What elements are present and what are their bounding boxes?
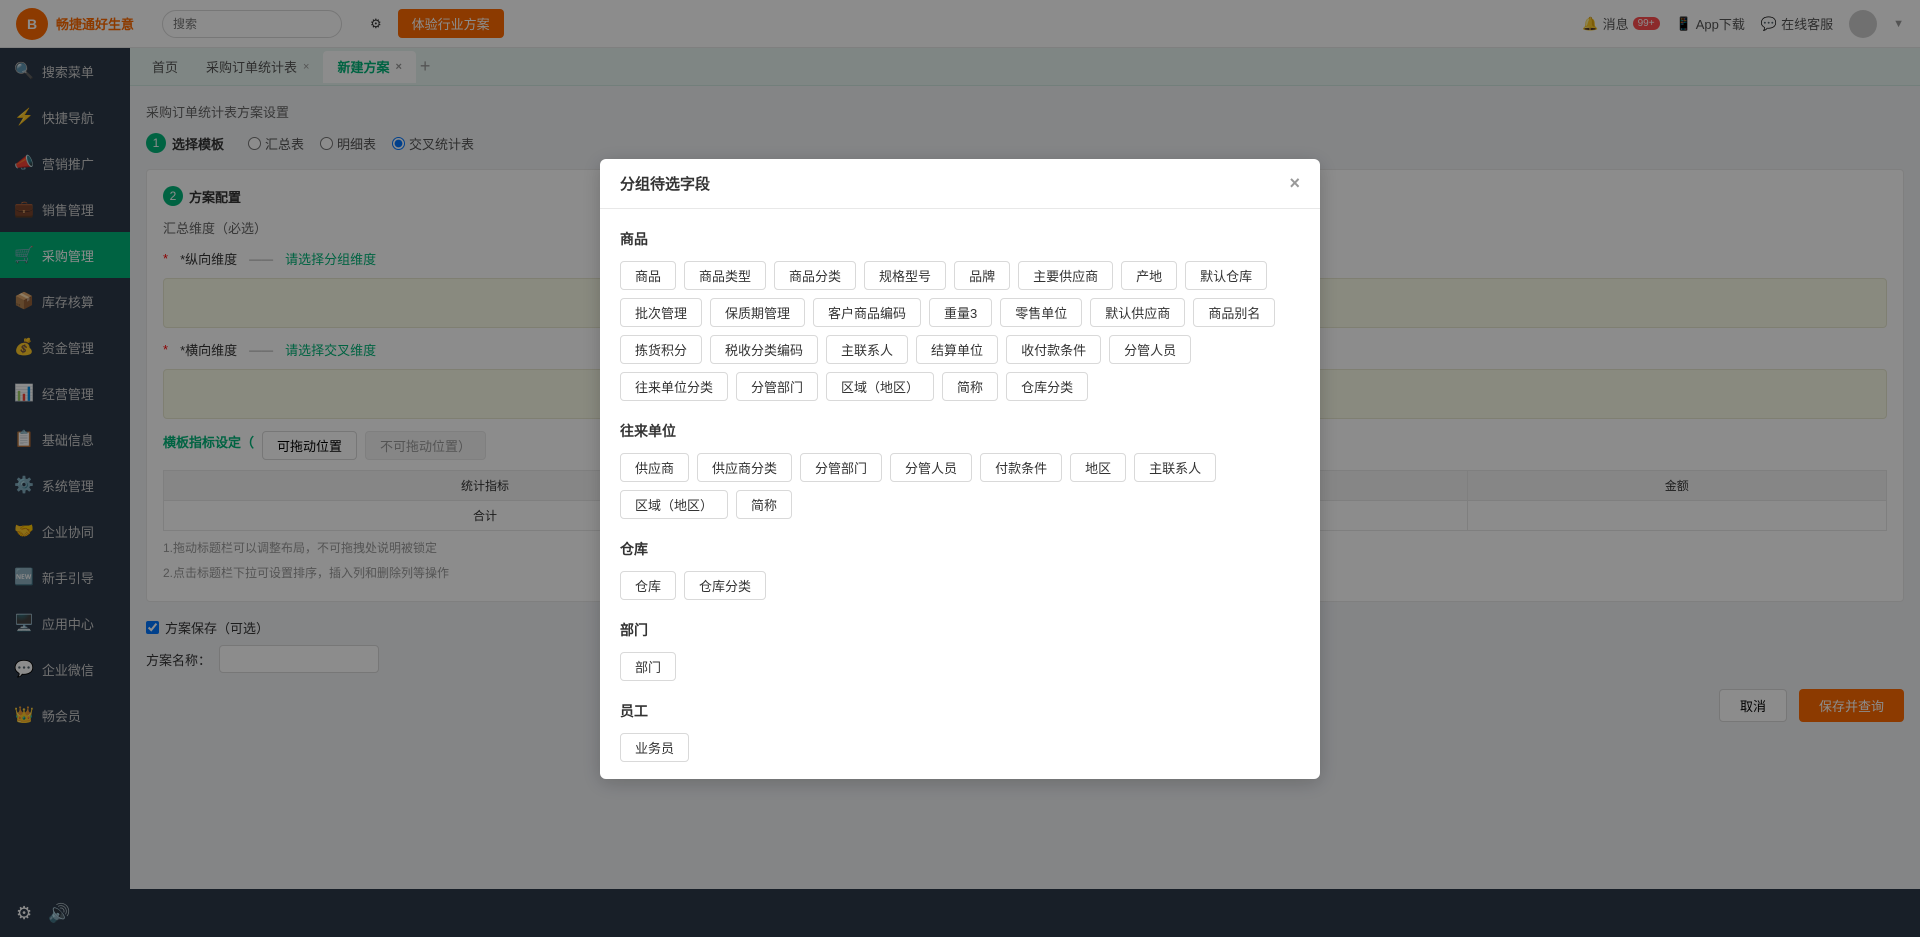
field-tag[interactable]: 默认供应商 [1090,298,1185,327]
field-tag[interactable]: 默认仓库 [1185,261,1267,290]
field-tag[interactable]: 拣货积分 [620,335,702,364]
field-tag[interactable]: 主联系人 [826,335,908,364]
field-tag[interactable]: 部门 [620,652,676,681]
field-tag[interactable]: 结算单位 [916,335,998,364]
field-tag[interactable]: 往来单位分类 [620,372,728,401]
field-tag[interactable]: 规格型号 [864,261,946,290]
field-tag[interactable]: 付款条件 [980,453,1062,482]
field-tag[interactable]: 供应商 [620,453,689,482]
field-tag[interactable]: 供应商分类 [697,453,792,482]
field-tag[interactable]: 保质期管理 [710,298,805,327]
field-group-title: 部门 [620,620,1300,640]
field-group-仓库: 仓库仓库仓库分类 [620,539,1300,600]
field-tag[interactable]: 收付款条件 [1006,335,1101,364]
field-tags: 仓库仓库分类 [620,571,1300,600]
field-group-员工: 员工业务员 [620,701,1300,762]
field-tag[interactable]: 税收分类编码 [710,335,818,364]
field-tag[interactable]: 区域（地区） [620,490,728,519]
field-tag[interactable]: 简称 [942,372,998,401]
field-group-部门: 部门部门 [620,620,1300,681]
field-tag[interactable]: 分管部门 [736,372,818,401]
field-tag[interactable]: 仓库分类 [684,571,766,600]
modal-header: 分组待选字段 × [600,159,1320,209]
field-tags: 部门 [620,652,1300,681]
field-tags: 供应商供应商分类分管部门分管人员付款条件地区主联系人区域（地区） 简称 [620,453,1300,519]
field-tag[interactable]: 批次管理 [620,298,702,327]
field-tag[interactable]: 主联系人 [1134,453,1216,482]
field-tag[interactable]: 客户商品编码 [813,298,921,327]
field-group-title: 员工 [620,701,1300,721]
field-tag[interactable]: 重量3 [929,298,992,327]
field-tag[interactable]: 区域（地区） [826,372,934,401]
field-tag[interactable]: 产地 [1121,261,1177,290]
field-tag[interactable]: 分管人员 [890,453,972,482]
field-tag[interactable]: 仓库 [620,571,676,600]
field-tag[interactable]: 分管人员 [1109,335,1191,364]
modal-overlay: 分组待选字段 × 商品商品商品类型商品分类规格型号品牌主要供应商产地默认仓库批次… [0,0,1920,937]
field-tags: 商品商品类型商品分类规格型号品牌主要供应商产地默认仓库批次管理保质期管理客户商品… [620,261,1300,401]
field-group-title: 往来单位 [620,421,1300,441]
field-tag[interactable]: 仓库分类 [1006,372,1088,401]
field-tag[interactable]: 商品类型 [684,261,766,290]
field-tag[interactable]: 商品分类 [774,261,856,290]
field-tag[interactable]: 零售单位 [1000,298,1082,327]
field-tag[interactable]: 简称 [736,490,792,519]
field-group-商品: 商品商品商品类型商品分类规格型号品牌主要供应商产地默认仓库批次管理保质期管理客户… [620,229,1300,401]
field-tag[interactable]: 地区 [1070,453,1126,482]
field-tag[interactable]: 商品别名 [1193,298,1275,327]
field-tags: 业务员 [620,733,1300,762]
field-group-title: 商品 [620,229,1300,249]
field-tag[interactable]: 业务员 [620,733,689,762]
modal-body: 商品商品商品类型商品分类规格型号品牌主要供应商产地默认仓库批次管理保质期管理客户… [600,209,1320,779]
modal-close-btn[interactable]: × [1289,173,1300,194]
field-tag[interactable]: 品牌 [954,261,1010,290]
field-tag[interactable]: 分管部门 [800,453,882,482]
modal-title: 分组待选字段 [620,173,710,194]
field-select-modal: 分组待选字段 × 商品商品商品类型商品分类规格型号品牌主要供应商产地默认仓库批次… [600,159,1320,779]
field-tag[interactable]: 主要供应商 [1018,261,1113,290]
field-tag[interactable]: 商品 [620,261,676,290]
field-group-title: 仓库 [620,539,1300,559]
field-group-往来单位: 往来单位供应商供应商分类分管部门分管人员付款条件地区主联系人区域（地区） 简称 [620,421,1300,519]
